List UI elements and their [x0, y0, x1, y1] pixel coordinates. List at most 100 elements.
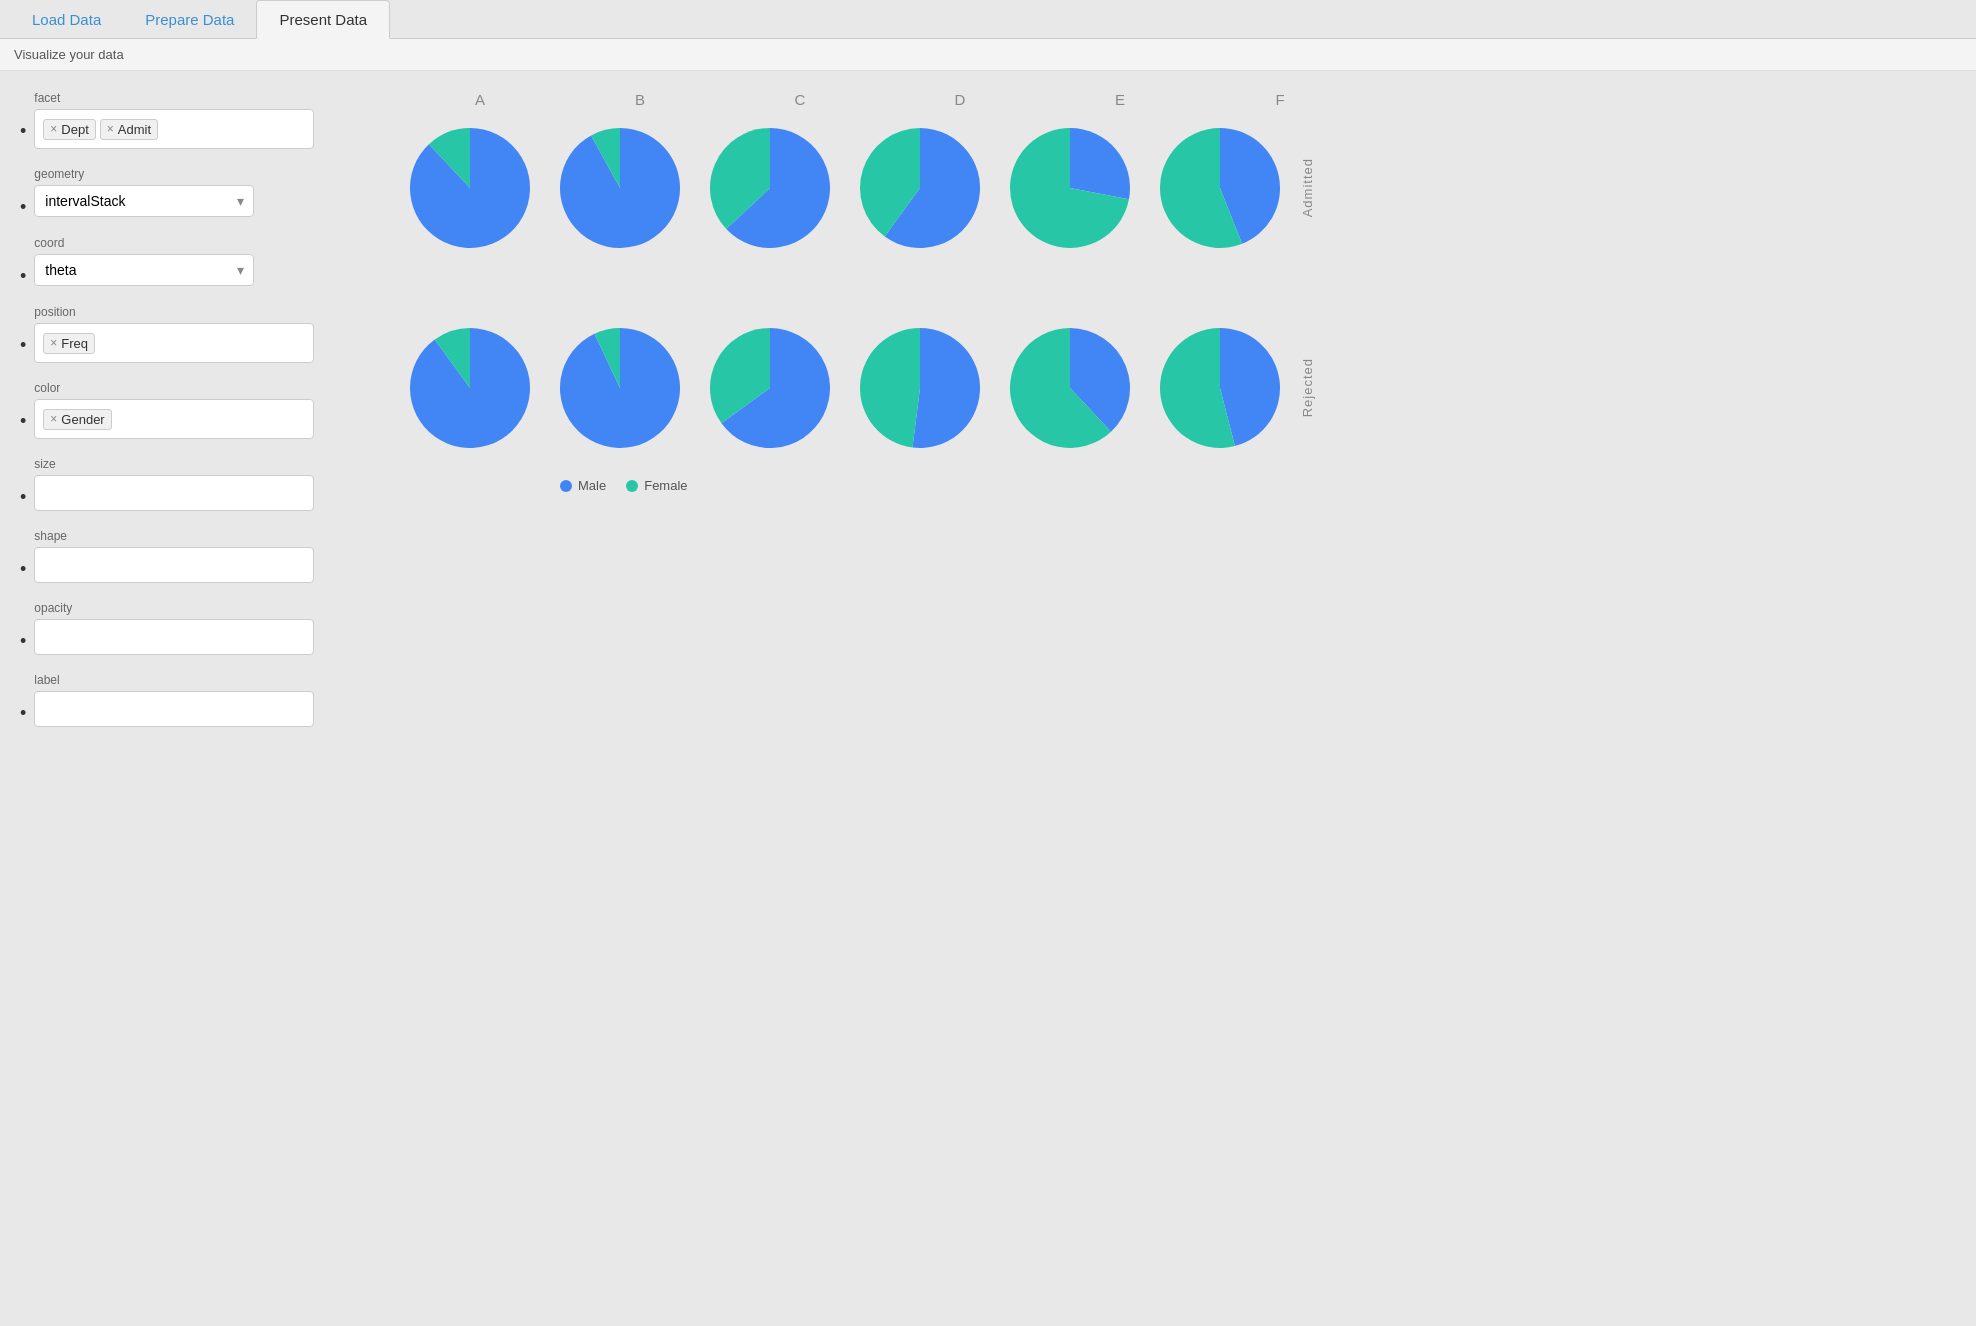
col-header-f: F [1200, 91, 1360, 108]
chart-row-rejected: Rejected [400, 318, 1956, 458]
legend-female: Female [626, 478, 687, 493]
bullet-color: • [20, 411, 26, 432]
pie-0-5 [1150, 118, 1290, 258]
legend-dot-male [560, 480, 572, 492]
pie-1-4 [1000, 318, 1140, 458]
tag-dept[interactable]: × Dept [43, 119, 95, 140]
bullet-facet: • [20, 121, 26, 142]
left-panel: • facet × Dept × Admit • geomet [0, 81, 380, 755]
bullet-opacity: • [20, 631, 26, 652]
pie-1-5 [1150, 318, 1290, 458]
pie-0-0 [400, 118, 540, 258]
bullet-label: • [20, 703, 26, 724]
legend-dot-female [626, 480, 638, 492]
tag-admit-remove[interactable]: × [107, 122, 114, 136]
tab-present-data[interactable]: Present Data [256, 0, 390, 39]
pie-1-2 [700, 318, 840, 458]
pie-0-2 [700, 118, 840, 258]
label-geometry: geometry [34, 167, 360, 181]
tab-load-data[interactable]: Load Data [10, 1, 123, 38]
label-coord: coord [34, 236, 360, 250]
field-row-coord: • coord theta polar cartesian [20, 236, 360, 287]
field-block-opacity: opacity [34, 601, 360, 655]
field-block-geometry: geometry intervalStack interval line poi… [34, 167, 360, 217]
chart-rows: Admitted Rejected [400, 118, 1956, 458]
bullet-shape: • [20, 559, 26, 580]
pie-1-1 [550, 318, 690, 458]
tab-bar: Load Data Prepare Data Present Data [0, 0, 1976, 39]
pie-0-3 [850, 118, 990, 258]
tag-freq-remove[interactable]: × [50, 336, 57, 350]
col-header-d: D [880, 91, 1040, 108]
tag-gender-remove[interactable]: × [50, 412, 57, 426]
field-block-size: size [34, 457, 360, 511]
right-panel: A B C D E F Admitted Rejected [380, 81, 1976, 755]
field-block-color: color × Gender [34, 381, 360, 439]
chart-grid: A B C D E F Admitted Rejected [400, 91, 1956, 493]
pie-1-0 [400, 318, 540, 458]
label-opacity: opacity [34, 601, 360, 615]
field-block-label: label [34, 673, 360, 727]
page-subtitle: Visualize your data [0, 39, 1976, 71]
legend-label-male: Male [578, 478, 606, 493]
geometry-select[interactable]: intervalStack interval line point [34, 185, 254, 217]
tag-admit-label: Admit [118, 122, 151, 137]
size-input[interactable] [34, 475, 314, 511]
pie-0-1 [550, 118, 690, 258]
field-block-coord: coord theta polar cartesian [34, 236, 360, 286]
bullet-geometry: • [20, 197, 26, 218]
col-headers: A B C D E F [400, 91, 1956, 108]
legend: Male Female [560, 478, 1956, 493]
coord-select-wrapper: theta polar cartesian [34, 254, 254, 286]
field-row-shape: • shape [20, 529, 360, 583]
field-row-size: • size [20, 457, 360, 511]
main-content: • facet × Dept × Admit • geomet [0, 71, 1976, 765]
bullet-coord: • [20, 266, 26, 287]
tag-gender-label: Gender [61, 412, 104, 427]
tag-freq[interactable]: × Freq [43, 333, 95, 354]
bullet-size: • [20, 487, 26, 508]
field-row-geometry: • geometry intervalStack interval line p… [20, 167, 360, 218]
field-row-opacity: • opacity [20, 601, 360, 655]
tag-dept-label: Dept [61, 122, 88, 137]
chart-row-admitted: Admitted [400, 118, 1956, 258]
label-position: position [34, 305, 360, 319]
label-size: size [34, 457, 360, 471]
tab-prepare-data[interactable]: Prepare Data [123, 1, 256, 38]
pie-1-3 [850, 318, 990, 458]
label-color: color [34, 381, 360, 395]
tag-admit[interactable]: × Admit [100, 119, 158, 140]
tag-dept-remove[interactable]: × [50, 122, 57, 136]
label-shape: shape [34, 529, 360, 543]
shape-input[interactable] [34, 547, 314, 583]
tag-freq-label: Freq [61, 336, 88, 351]
tag-gender[interactable]: × Gender [43, 409, 111, 430]
row-label-admitted: Admitted [1300, 158, 1315, 217]
field-block-facet: facet × Dept × Admit [34, 91, 360, 149]
field-row-label: • label [20, 673, 360, 727]
pies-rejected [400, 318, 1290, 458]
col-header-a: A [400, 91, 560, 108]
field-block-position: position × Freq [34, 305, 360, 363]
geometry-select-wrapper: intervalStack interval line point [34, 185, 254, 217]
bullet-position: • [20, 335, 26, 356]
field-block-shape: shape [34, 529, 360, 583]
field-row-facet: • facet × Dept × Admit [20, 91, 360, 149]
pie-0-4 [1000, 118, 1140, 258]
label-facet: facet [34, 91, 360, 105]
label-input[interactable] [34, 691, 314, 727]
coord-select[interactable]: theta polar cartesian [34, 254, 254, 286]
label-label: label [34, 673, 360, 687]
opacity-input[interactable] [34, 619, 314, 655]
pies-admitted [400, 118, 1290, 258]
field-row-color: • color × Gender [20, 381, 360, 439]
col-header-e: E [1040, 91, 1200, 108]
position-tag-input[interactable]: × Freq [34, 323, 314, 363]
legend-label-female: Female [644, 478, 687, 493]
col-header-c: C [720, 91, 880, 108]
color-tag-input[interactable]: × Gender [34, 399, 314, 439]
field-row-position: • position × Freq [20, 305, 360, 363]
facet-tag-input[interactable]: × Dept × Admit [34, 109, 314, 149]
col-header-b: B [560, 91, 720, 108]
legend-male: Male [560, 478, 606, 493]
